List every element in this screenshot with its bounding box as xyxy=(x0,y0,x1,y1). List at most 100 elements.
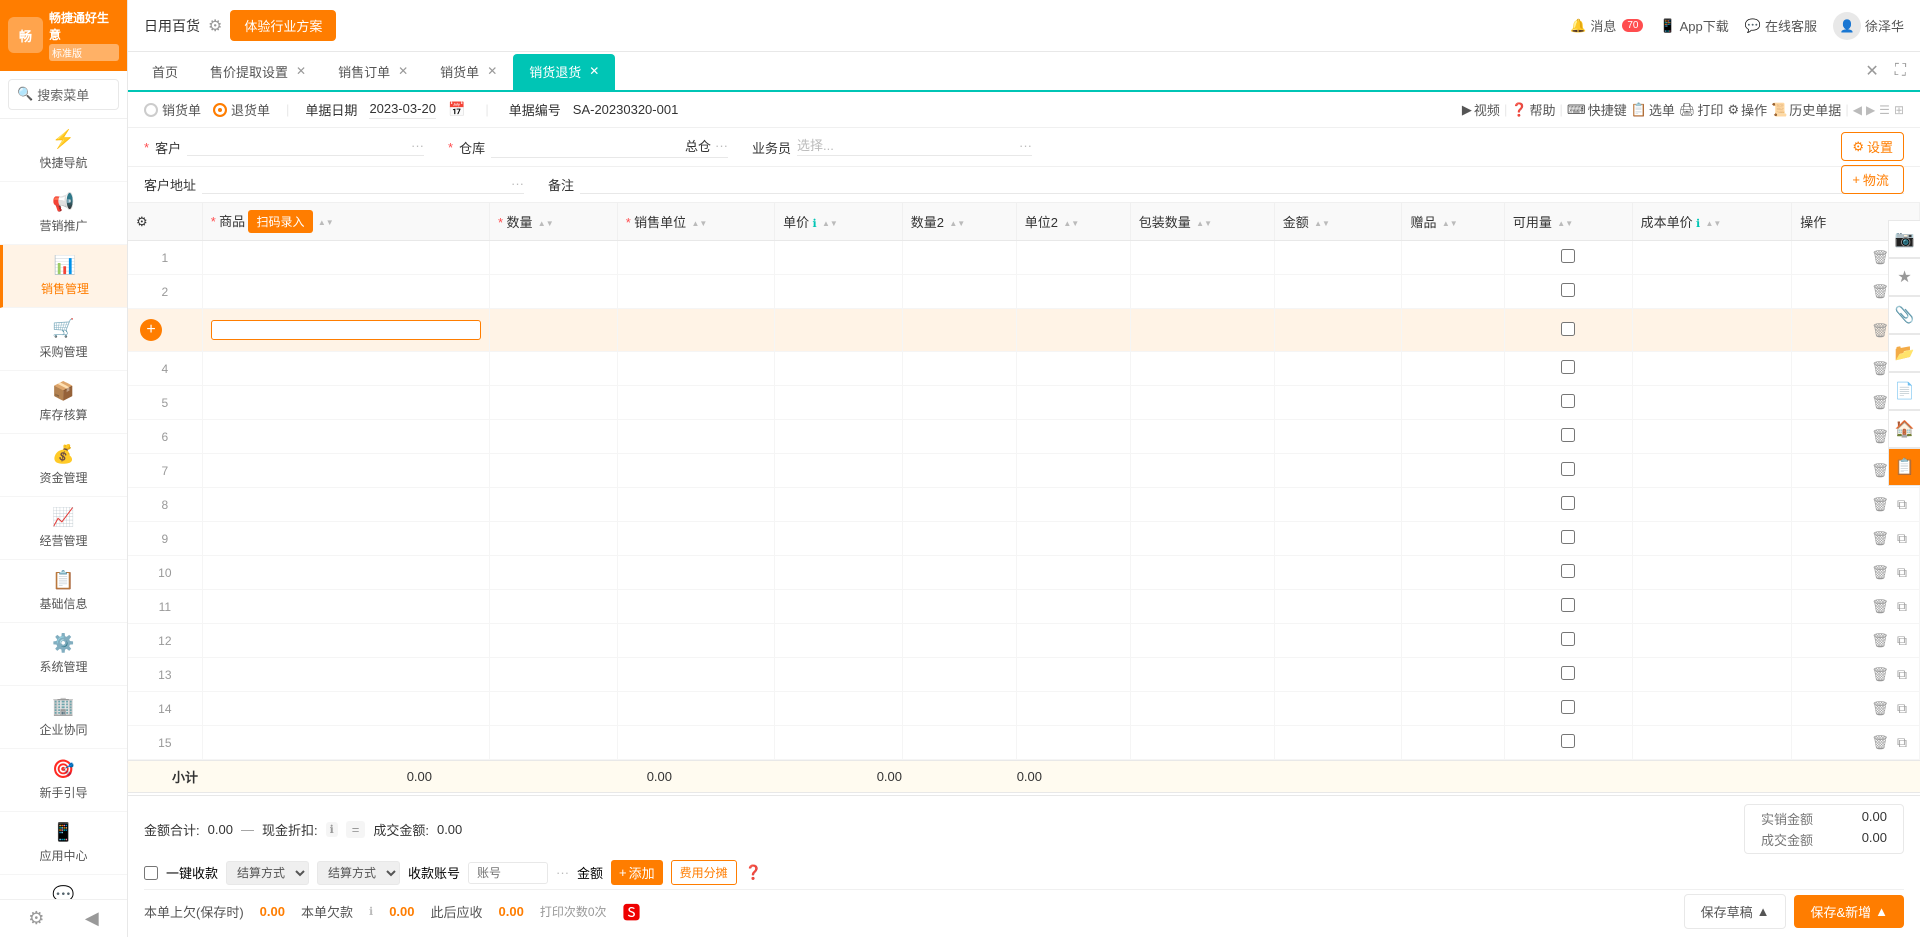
gift-checkbox-10[interactable] xyxy=(1561,564,1575,578)
cell-product-12[interactable] xyxy=(202,624,489,658)
product-input-3[interactable] xyxy=(211,320,481,340)
tab-sale-price-close[interactable]: ✕ xyxy=(296,64,306,78)
fee-split-button[interactable]: 费用分摊 xyxy=(671,860,737,885)
cell-2-10[interactable] xyxy=(775,556,903,590)
cell-5-9[interactable] xyxy=(1130,522,1274,556)
cell-2-2[interactable] xyxy=(775,275,903,309)
cell-4-10[interactable] xyxy=(1016,556,1130,590)
cell-8-14[interactable] xyxy=(1504,692,1632,726)
cell-6-13[interactable] xyxy=(1274,658,1402,692)
col-unit-price-sort[interactable]: ▲▼ xyxy=(822,220,838,228)
radio-return[interactable]: 退货单 xyxy=(213,100,270,119)
cell-8-5[interactable] xyxy=(1504,386,1632,420)
cell-3-2[interactable] xyxy=(902,275,1016,309)
cell-1-9[interactable] xyxy=(617,522,774,556)
user-group[interactable]: 👤 徐泽华 xyxy=(1833,12,1904,40)
app-download-group[interactable]: 📱 App下载 xyxy=(1659,16,1728,35)
customer-dots[interactable]: ··· xyxy=(411,138,424,153)
cell-product-1[interactable] xyxy=(202,241,489,275)
delete-row-btn-11[interactable]: 🗑 xyxy=(1867,596,1893,617)
cell-8-2[interactable] xyxy=(1504,275,1632,309)
delete-row-btn-9[interactable]: 🗑 xyxy=(1867,528,1893,549)
col-pack-qty-sort[interactable]: ▲▼ xyxy=(1196,220,1212,228)
cell-6-11[interactable] xyxy=(1274,590,1402,624)
cell-4-11[interactable] xyxy=(1016,590,1130,624)
delete-row-btn-8[interactable]: 🗑 xyxy=(1867,494,1893,515)
one-click-checkbox[interactable] xyxy=(144,866,158,880)
cell-product-10[interactable] xyxy=(202,556,489,590)
cell-9-9[interactable] xyxy=(1632,522,1792,556)
cell-product-8[interactable] xyxy=(202,488,489,522)
cell-3-5[interactable] xyxy=(902,386,1016,420)
cell-5-7[interactable] xyxy=(1130,454,1274,488)
cell-1-5[interactable] xyxy=(617,386,774,420)
cell-5-3[interactable] xyxy=(1130,309,1274,352)
gift-checkbox-3[interactable] xyxy=(1561,322,1575,336)
cell-9-10[interactable] xyxy=(1632,556,1792,590)
cell-8-13[interactable] xyxy=(1504,658,1632,692)
cost-price-info-icon[interactable]: ℹ xyxy=(1696,218,1700,230)
operate-btn[interactable]: ⚙ 操作 xyxy=(1727,100,1767,119)
warehouse-dots[interactable]: ··· xyxy=(715,138,728,153)
calendar-icon[interactable]: 📅 xyxy=(448,101,465,118)
cell-9-8[interactable] xyxy=(1632,488,1792,522)
close-tab-button[interactable]: ✕ xyxy=(1859,59,1884,83)
cell-1-8[interactable] xyxy=(617,488,774,522)
copy-row-btn-15[interactable]: ⧉ xyxy=(1893,732,1911,753)
cell-3-13[interactable] xyxy=(902,658,1016,692)
cell-8-15[interactable] xyxy=(1504,726,1632,760)
help-btn[interactable]: ❓ 帮助 xyxy=(1511,100,1555,119)
cell-9-1[interactable] xyxy=(1632,241,1792,275)
cell-4-15[interactable] xyxy=(1016,726,1130,760)
cell-4-9[interactable] xyxy=(1016,522,1130,556)
account-dots[interactable]: ··· xyxy=(556,865,569,880)
cell-7-14[interactable] xyxy=(1402,692,1504,726)
cell-6-10[interactable] xyxy=(1274,556,1402,590)
col-quantity-sort[interactable]: ▲▼ xyxy=(538,220,554,228)
cell-3-3[interactable] xyxy=(902,309,1016,352)
cell-2-7[interactable] xyxy=(775,454,903,488)
cell-8-8[interactable] xyxy=(1504,488,1632,522)
right-panel-star[interactable]: ★ xyxy=(1888,258,1920,296)
add-button[interactable]: + 添加 xyxy=(611,860,663,885)
cell-9-12[interactable] xyxy=(1632,624,1792,658)
sidebar-item-wechat[interactable]: 💬 企业微信 xyxy=(0,875,127,899)
cell-7-7[interactable] xyxy=(1402,454,1504,488)
cell-4-8[interactable] xyxy=(1016,488,1130,522)
cell-2-14[interactable] xyxy=(775,692,903,726)
col-available-sort[interactable]: ▲▼ xyxy=(1557,220,1573,228)
address-dots[interactable]: ··· xyxy=(511,176,524,191)
sidebar-item-finance[interactable]: 💰 资金管理 xyxy=(0,434,127,497)
cell-product-13[interactable] xyxy=(202,658,489,692)
col-quantity2-sort[interactable]: ▲▼ xyxy=(949,220,965,228)
cell-2-3[interactable] xyxy=(775,309,903,352)
cell-product-5[interactable] xyxy=(202,386,489,420)
cell-2-6[interactable] xyxy=(775,420,903,454)
gift-checkbox-1[interactable] xyxy=(1561,249,1575,263)
tab-sale-return[interactable]: 销货退货 ✕ xyxy=(513,54,615,91)
cell-6-14[interactable] xyxy=(1274,692,1402,726)
col-product-sort[interactable]: ▲▼ xyxy=(318,219,334,227)
tab-sale-goods-close[interactable]: ✕ xyxy=(487,64,497,78)
sidebar-item-inventory[interactable]: 📦 库存核算 xyxy=(0,371,127,434)
logistics-btn[interactable]: + 物流 xyxy=(1841,165,1904,194)
cell-9-13[interactable] xyxy=(1632,658,1792,692)
cell-3-10[interactable] xyxy=(902,556,1016,590)
cell-6-8[interactable] xyxy=(1274,488,1402,522)
tab-sale-order[interactable]: 销售订单 ✕ xyxy=(322,54,424,91)
right-panel-attach[interactable]: 📎 xyxy=(1888,296,1920,334)
cell-7-8[interactable] xyxy=(1402,488,1504,522)
cell-3-1[interactable] xyxy=(902,241,1016,275)
copy-row-btn-12[interactable]: ⧉ xyxy=(1893,630,1911,651)
scan-button[interactable]: 扫码录入 xyxy=(248,210,312,233)
cell-0-11[interactable] xyxy=(490,590,618,624)
cell-3-6[interactable] xyxy=(902,420,1016,454)
customer-input[interactable] xyxy=(187,138,407,153)
delete-row-btn-10[interactable]: 🗑 xyxy=(1867,562,1893,583)
right-panel-home[interactable]: 🏠 xyxy=(1888,410,1920,448)
cell-4-7[interactable] xyxy=(1016,454,1130,488)
tab-sale-return-close[interactable]: ✕ xyxy=(589,64,599,78)
cell-9-2[interactable] xyxy=(1632,275,1792,309)
cell-5-1[interactable] xyxy=(1130,241,1274,275)
print-btn[interactable]: 🖨 打印 xyxy=(1679,100,1724,119)
